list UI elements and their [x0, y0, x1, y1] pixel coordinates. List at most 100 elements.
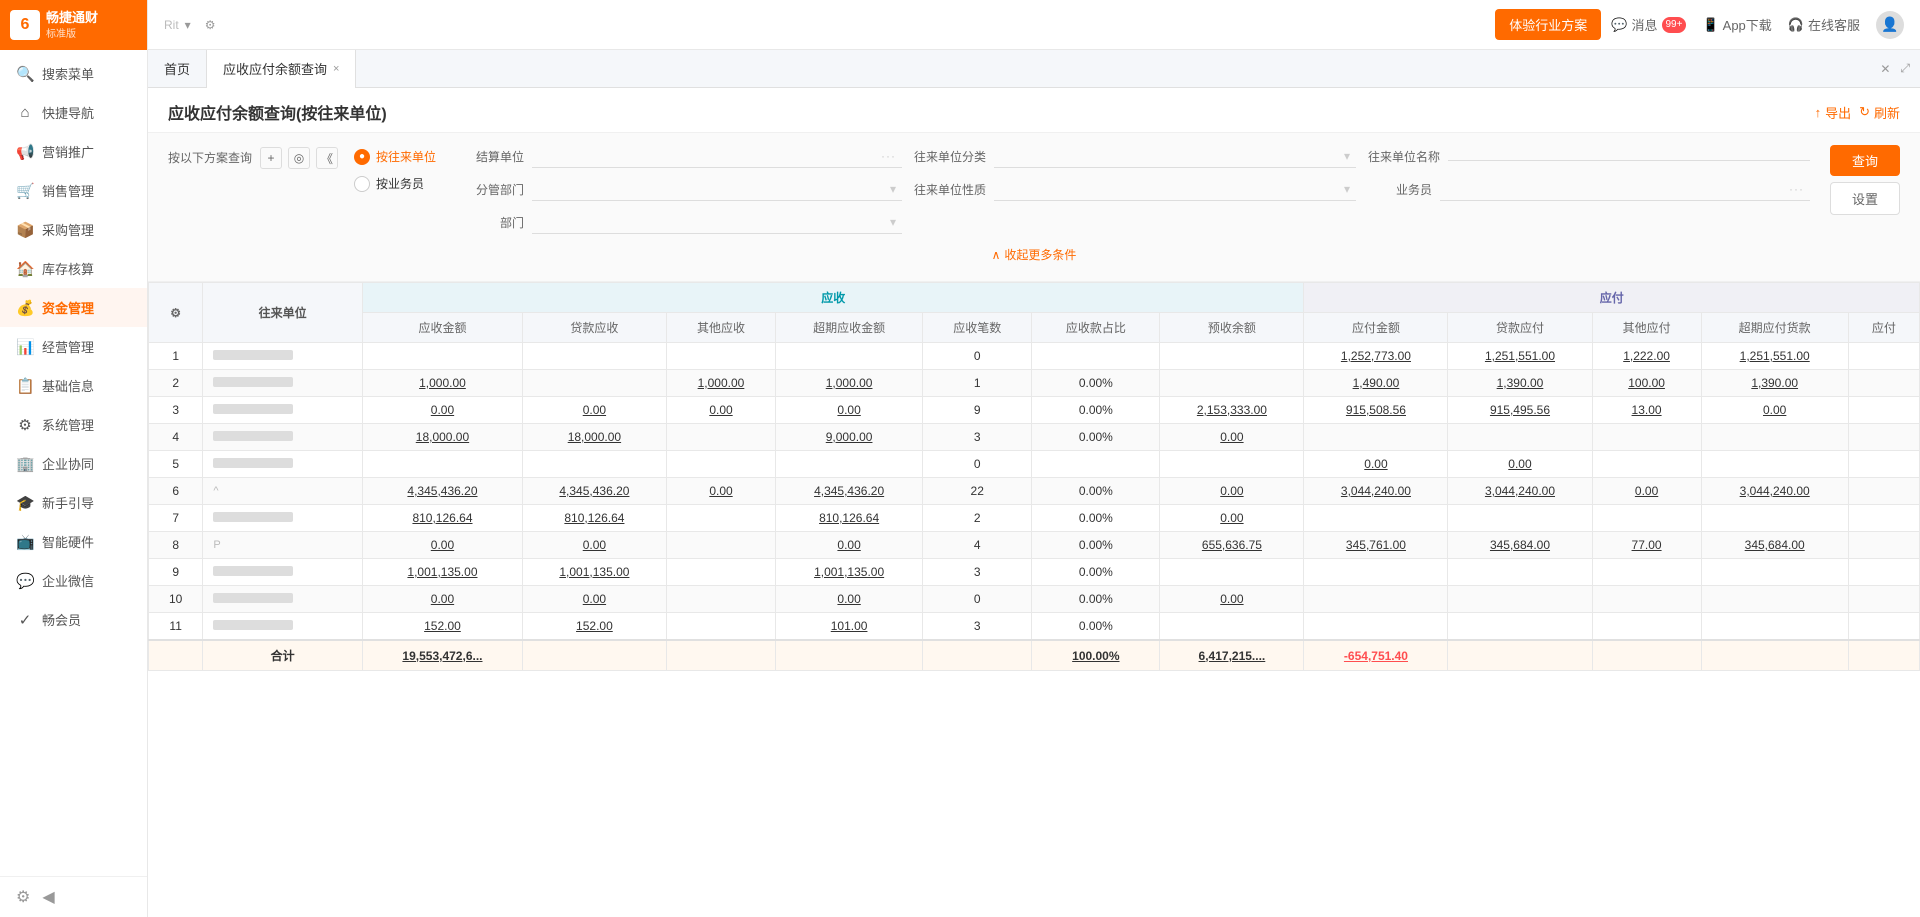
row-cell[interactable]: 0.00 [666, 478, 775, 505]
row-cell[interactable]: 3,044,240.00 [1448, 478, 1592, 505]
row-cell[interactable]: 100.00 [1592, 370, 1701, 397]
row-cell[interactable]: 0.00 [522, 397, 666, 424]
filter-by-partner[interactable]: ● 按往来单位 [346, 145, 444, 168]
refresh-btn[interactable]: ↻ 刷新 [1859, 103, 1900, 122]
footer-pay-amt[interactable]: -654,751.40 [1304, 640, 1448, 671]
footer-recv-advance[interactable]: 6,417,215.... [1160, 640, 1304, 671]
sidebar-item-guide[interactable]: 🎓新手引导 [0, 483, 147, 522]
settings-icon[interactable]: ⚙ [16, 887, 30, 907]
row-cell[interactable]: 4,345,436.20 [776, 478, 923, 505]
sidebar-item-sales[interactable]: 🛒销售管理 [0, 171, 147, 210]
row-cell[interactable]: 18,000.00 [522, 424, 666, 451]
row-cell[interactable]: 1,001,135.00 [776, 559, 923, 586]
breadcrumb-dropdown-icon[interactable]: ▾ [185, 18, 191, 32]
row-cell[interactable]: 1,222.00 [1592, 343, 1701, 370]
message-btn[interactable]: 💬 消息 99+ [1611, 15, 1686, 34]
row-cell[interactable]: 810,126.64 [363, 505, 523, 532]
row-cell[interactable]: 0.00 [1701, 397, 1848, 424]
industry-btn[interactable]: 体验行业方案 [1495, 9, 1601, 40]
row-cell[interactable]: 0.00 [1160, 505, 1304, 532]
row-cell[interactable]: 77.00 [1592, 532, 1701, 559]
row-cell[interactable]: 4,345,436.20 [363, 478, 523, 505]
sidebar-item-corp[interactable]: 🏢企业协同 [0, 444, 147, 483]
row-cell[interactable]: 9,000.00 [776, 424, 923, 451]
row-cell[interactable]: 1,001,135.00 [363, 559, 523, 586]
sidebar-item-hardware[interactable]: 📺智能硬件 [0, 522, 147, 561]
row-cell[interactable]: 2,153,333.00 [1160, 397, 1304, 424]
partner-name-input[interactable] [1448, 152, 1810, 161]
row-cell[interactable]: 1,252,773.00 [1304, 343, 1448, 370]
sidebar-item-member[interactable]: ✓畅会员 [0, 600, 147, 639]
topbar-settings-icon[interactable]: ⚙ [205, 18, 216, 32]
row-cell[interactable]: 0.00 [1160, 478, 1304, 505]
sidebar-item-operation[interactable]: 📊经营管理 [0, 327, 147, 366]
user-avatar[interactable]: 👤 [1876, 11, 1904, 39]
filter-settings-btn[interactable]: ◎ [288, 147, 310, 169]
row-cell[interactable]: 1,390.00 [1448, 370, 1592, 397]
export-btn[interactable]: ↑ 导出 [1815, 103, 1852, 122]
sidebar-item-wechat[interactable]: 💬企业微信 [0, 561, 147, 600]
settings-button[interactable]: 设置 [1830, 182, 1900, 215]
row-cell[interactable]: 1,390.00 [1701, 370, 1848, 397]
row-cell[interactable]: 3,044,240.00 [1304, 478, 1448, 505]
row-cell[interactable]: 0.00 [1304, 451, 1448, 478]
row-cell[interactable]: 1,490.00 [1304, 370, 1448, 397]
row-cell[interactable]: 1,000.00 [363, 370, 523, 397]
sidebar-item-search-menu[interactable]: 🔍搜索菜单 [0, 54, 147, 93]
row-cell[interactable]: 18,000.00 [363, 424, 523, 451]
nature-input[interactable]: ▾ [994, 178, 1356, 201]
app-download-btn[interactable]: 📱 App下载 [1702, 15, 1771, 34]
row-cell[interactable]: 810,126.64 [522, 505, 666, 532]
sidebar-item-system[interactable]: ⚙系统管理 [0, 405, 147, 444]
row-cell[interactable]: 0.00 [1448, 451, 1592, 478]
settlement-input[interactable]: ··· [532, 145, 902, 168]
row-cell[interactable]: 345,684.00 [1701, 532, 1848, 559]
online-service-btn[interactable]: 🎧 在线客服 [1788, 15, 1860, 34]
row-cell[interactable]: 1,251,551.00 [1701, 343, 1848, 370]
row-cell[interactable]: 0.00 [666, 397, 775, 424]
row-cell[interactable]: 0.00 [522, 586, 666, 613]
row-cell[interactable]: 1,001,135.00 [522, 559, 666, 586]
sidebar-item-quick-nav[interactable]: ⌂快捷导航 [0, 93, 147, 132]
row-cell[interactable]: 0.00 [1160, 586, 1304, 613]
salesperson-input[interactable]: ··· [1440, 178, 1810, 201]
row-cell[interactable]: 1,251,551.00 [1448, 343, 1592, 370]
footer-recv-amt[interactable]: 19,553,472,6... [363, 640, 523, 671]
row-cell[interactable]: 0.00 [522, 532, 666, 559]
add-filter-btn[interactable]: + [260, 147, 282, 169]
row-cell[interactable]: 13.00 [1592, 397, 1701, 424]
row-cell[interactable]: 1,000.00 [666, 370, 775, 397]
row-cell[interactable]: 655,636.75 [1160, 532, 1304, 559]
query-button[interactable]: 查询 [1830, 145, 1900, 176]
expand-icon[interactable]: ⤢ [1900, 61, 1910, 76]
row-cell[interactable]: 915,508.56 [1304, 397, 1448, 424]
row-cell[interactable]: 0.00 [776, 586, 923, 613]
row-cell[interactable]: 0.00 [776, 532, 923, 559]
sidebar-item-inventory[interactable]: 🏠库存核算 [0, 249, 147, 288]
sidebar-item-marketing[interactable]: 📢营销推广 [0, 132, 147, 171]
row-cell[interactable]: 345,761.00 [1304, 532, 1448, 559]
sidebar-item-purchase[interactable]: 📦采购管理 [0, 210, 147, 249]
table-settings-icon[interactable]: ⚙ [170, 306, 181, 320]
filter-by-employee[interactable]: 按业务员 [346, 172, 444, 195]
tab-query[interactable]: 应收应付余额查询 × [207, 50, 356, 88]
row-cell[interactable]: 152.00 [363, 613, 523, 641]
filter-collapse[interactable]: ∧ 收起更多条件 [168, 240, 1900, 269]
row-cell[interactable]: 0.00 [363, 397, 523, 424]
row-cell[interactable]: 0.00 [776, 397, 923, 424]
row-cell[interactable]: 0.00 [363, 586, 523, 613]
category-input[interactable]: ▾ [994, 145, 1356, 168]
row-cell[interactable]: 0.00 [363, 532, 523, 559]
filter-collapse-btn[interactable]: 《 [316, 147, 338, 169]
row-cell[interactable]: 0.00 [1592, 478, 1701, 505]
tab-home[interactable]: 首页 [148, 50, 207, 88]
collapse-sidebar-icon[interactable]: ◀ [42, 887, 54, 907]
dept-input[interactable]: ▾ [532, 211, 902, 234]
sidebar-item-basic[interactable]: 📋基础信息 [0, 366, 147, 405]
row-cell[interactable]: 810,126.64 [776, 505, 923, 532]
row-cell[interactable]: 915,495.56 [1448, 397, 1592, 424]
row-cell[interactable]: 345,684.00 [1448, 532, 1592, 559]
col-settings-header[interactable]: ⚙ [149, 283, 203, 343]
dept-mgr-input[interactable]: ▾ [532, 178, 902, 201]
row-cell[interactable]: 152.00 [522, 613, 666, 641]
